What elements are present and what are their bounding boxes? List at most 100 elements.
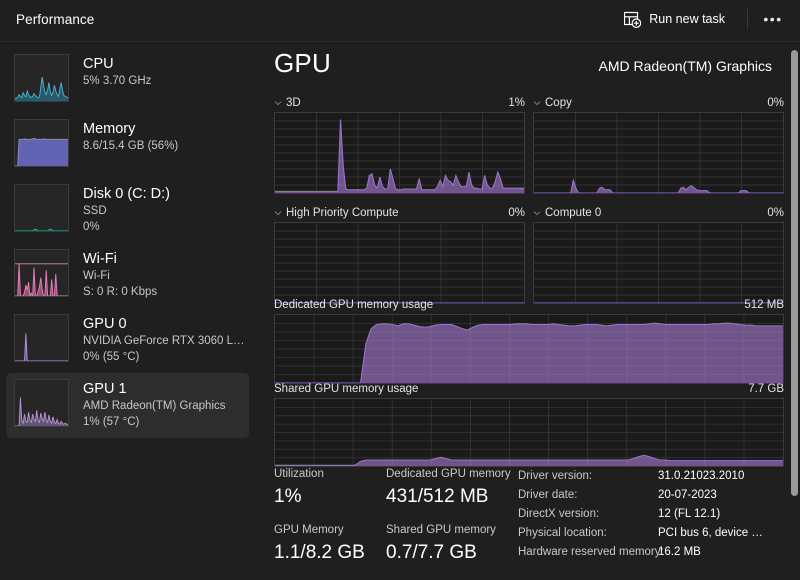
sidebar-item-text: Wi-FiWi-FiS: 0 R: 0 Kbps <box>83 249 157 300</box>
engine-graph-3d-plot <box>274 112 525 194</box>
stat-utilization-label: Utilization <box>274 466 386 482</box>
engine-graph-high-priority-compute[interactable]: High Priority Compute 0% <box>274 204 525 304</box>
more-options-icon: ••• <box>763 11 782 27</box>
memory-thumbnail <box>14 119 69 167</box>
stat-utilization-value: 1% <box>274 482 386 512</box>
gpu-info-key: Driver date: <box>518 486 658 505</box>
gpu-info-value: 12 (FL 12.1) <box>658 505 720 524</box>
more-options-button[interactable]: ••• <box>756 4 790 34</box>
engine-graph-copy-value: 0% <box>767 97 784 109</box>
sidebar-item-sublabel: SSD <box>83 204 170 220</box>
chevron-down-icon[interactable] <box>533 98 541 106</box>
wifi-thumbnail <box>14 249 69 297</box>
engine-graph-copy-header: Copy 0% <box>533 94 784 112</box>
stat-shared-memory-value: 0.7/7.7 GB <box>386 538 514 568</box>
dedicated-memory-label: Dedicated GPU memory usage <box>274 299 433 311</box>
sidebar-item-label: GPU 1 <box>83 380 226 399</box>
engine-graph-3d-value: 1% <box>508 97 525 109</box>
engine-graph-copy[interactable]: Copy 0% <box>533 94 784 194</box>
sidebar-item-text: Disk 0 (C: D:)SSD0% <box>83 184 170 235</box>
gpu-detail-panel: GPU AMD Radeon(TM) Graphics 3D 1% <box>258 42 800 580</box>
performance-sidebar: CPU5% 3.70 GHz Memory8.6/15.4 GB (56%) D… <box>0 42 255 580</box>
engine-graph-compute0-label: Compute 0 <box>545 207 601 219</box>
engine-graph-compute0-plot <box>533 222 784 304</box>
sidebar-item-wi-fi[interactable]: Wi-FiWi-FiS: 0 R: 0 Kbps <box>6 243 249 308</box>
sidebar-item-label: Wi-Fi <box>83 250 157 269</box>
gpu-info-key: DirectX version: <box>518 505 658 524</box>
gpu-info-key: Driver version: <box>518 467 658 486</box>
engine-graph-copy-label: Copy <box>545 97 572 109</box>
stat-utilization: Utilization 1% <box>274 466 386 512</box>
sidebar-item-gpu-0[interactable]: GPU 0NVIDIA GeForce RTX 3060 Lapto…0% (5… <box>6 308 249 373</box>
engine-graph-3d[interactable]: 3D 1% <box>274 94 525 194</box>
shared-memory-max: 7.7 GB <box>748 383 784 395</box>
gpu-info-key: Physical location: <box>518 524 658 543</box>
scrollbar-thumb[interactable] <box>791 50 798 496</box>
engine-graph-3d-header: 3D 1% <box>274 94 525 112</box>
engine-graph-hpc-label: High Priority Compute <box>286 207 398 219</box>
gpu-header: GPU AMD Radeon(TM) Graphics <box>258 42 800 90</box>
stat-gpu-memory-value: 1.1/8.2 GB <box>274 538 386 568</box>
gpu-info-value: 31.0.21023.2010 <box>658 467 744 486</box>
cpu-thumbnail <box>14 54 69 102</box>
engine-graph-row-1: 3D 1% Copy <box>274 94 784 194</box>
engine-graph-compute0-header: Compute 0 0% <box>533 204 784 222</box>
gpu-info-row: Hardware reserved memory:16.2 MB <box>518 543 789 562</box>
dedicated-gpu-memory-section: Dedicated GPU memory usage 512 MB <box>274 296 784 384</box>
chevron-down-icon[interactable] <box>274 98 282 106</box>
sidebar-item-label: Disk 0 (C: D:) <box>83 185 170 204</box>
chevron-down-icon[interactable] <box>274 208 282 216</box>
page-title: Performance <box>16 12 94 27</box>
toolbar-divider <box>747 9 748 29</box>
new-task-icon <box>624 11 641 28</box>
stat-gpu-memory: GPU Memory 1.1/8.2 GB <box>274 522 386 568</box>
sidebar-item-disk-0-c-d[interactable]: Disk 0 (C: D:)SSD0% <box>6 178 249 243</box>
gpu-heading: GPU <box>274 48 331 79</box>
gpu0-thumbnail <box>14 314 69 362</box>
sidebar-item-sublabel: AMD Radeon(TM) Graphics <box>83 399 226 415</box>
stat-dedicated-memory-value: 431/512 MB <box>386 482 514 512</box>
engine-graph-hpc-plot <box>274 222 525 304</box>
engine-graph-hpc-value: 0% <box>508 207 525 219</box>
stat-gpu-memory-label: GPU Memory <box>274 522 386 538</box>
sidebar-item-status: 0% (55 °C) <box>83 350 249 366</box>
dedicated-memory-max: 512 MB <box>744 299 784 311</box>
gpu1-thumbnail <box>14 379 69 427</box>
engine-graph-hpc-header: High Priority Compute 0% <box>274 204 525 222</box>
sidebar-item-gpu-1[interactable]: GPU 1AMD Radeon(TM) Graphics1% (57 °C) <box>6 373 249 438</box>
sidebar-item-sublabel: 5% 3.70 GHz <box>83 74 151 90</box>
sidebar-item-label: CPU <box>83 55 151 74</box>
dedicated-memory-header: Dedicated GPU memory usage 512 MB <box>274 296 784 314</box>
engine-graph-copy-plot <box>533 112 784 194</box>
run-new-task-button[interactable]: Run new task <box>614 4 735 34</box>
stat-dedicated-memory-label: Dedicated GPU memory <box>386 466 514 482</box>
chevron-down-icon[interactable] <box>533 208 541 216</box>
title-bar-actions: Run new task ••• <box>614 0 800 38</box>
main-scrollbar[interactable] <box>790 44 799 578</box>
engine-graph-compute0-value: 0% <box>767 207 784 219</box>
sidebar-item-memory[interactable]: Memory8.6/15.4 GB (56%) <box>6 113 249 178</box>
stat-dedicated-gpu-memory: Dedicated GPU memory 431/512 MB <box>386 466 514 512</box>
engine-graph-compute-0[interactable]: Compute 0 0% <box>533 204 784 304</box>
sidebar-item-cpu[interactable]: CPU5% 3.70 GHz <box>6 48 249 113</box>
stat-shared-memory-label: Shared GPU memory <box>386 522 514 538</box>
shared-memory-header: Shared GPU memory usage 7.7 GB <box>274 380 784 398</box>
sidebar-item-text: GPU 0NVIDIA GeForce RTX 3060 Lapto…0% (5… <box>83 314 249 365</box>
sidebar-item-status: S: 0 R: 0 Kbps <box>83 285 157 301</box>
gpu-stat-column-1: Utilization 1% GPU Memory 1.1/8.2 GB <box>274 466 386 570</box>
gpu-stat-column-2: Dedicated GPU memory 431/512 MB Shared G… <box>386 466 514 570</box>
sidebar-item-label: GPU 0 <box>83 315 249 334</box>
gpu-info-row: DirectX version:12 (FL 12.1) <box>518 505 789 524</box>
shared-memory-label: Shared GPU memory usage <box>274 383 418 395</box>
gpu-info-row: Driver date:20-07-2023 <box>518 486 789 505</box>
gpu-info-key: Hardware reserved memory: <box>518 543 658 562</box>
sidebar-item-status: 0% <box>83 220 170 236</box>
engine-graph-3d-label: 3D <box>286 97 301 109</box>
gpu-info-value: 20-07-2023 <box>658 486 717 505</box>
disk-thumbnail <box>14 184 69 232</box>
run-new-task-label: Run new task <box>649 12 725 26</box>
sidebar-item-text: Memory8.6/15.4 GB (56%) <box>83 119 178 155</box>
engine-graphs-grid: 3D 1% Copy <box>274 94 784 304</box>
sidebar-item-text: CPU5% 3.70 GHz <box>83 54 151 90</box>
gpu-info-row: Driver version:31.0.21023.2010 <box>518 467 789 486</box>
